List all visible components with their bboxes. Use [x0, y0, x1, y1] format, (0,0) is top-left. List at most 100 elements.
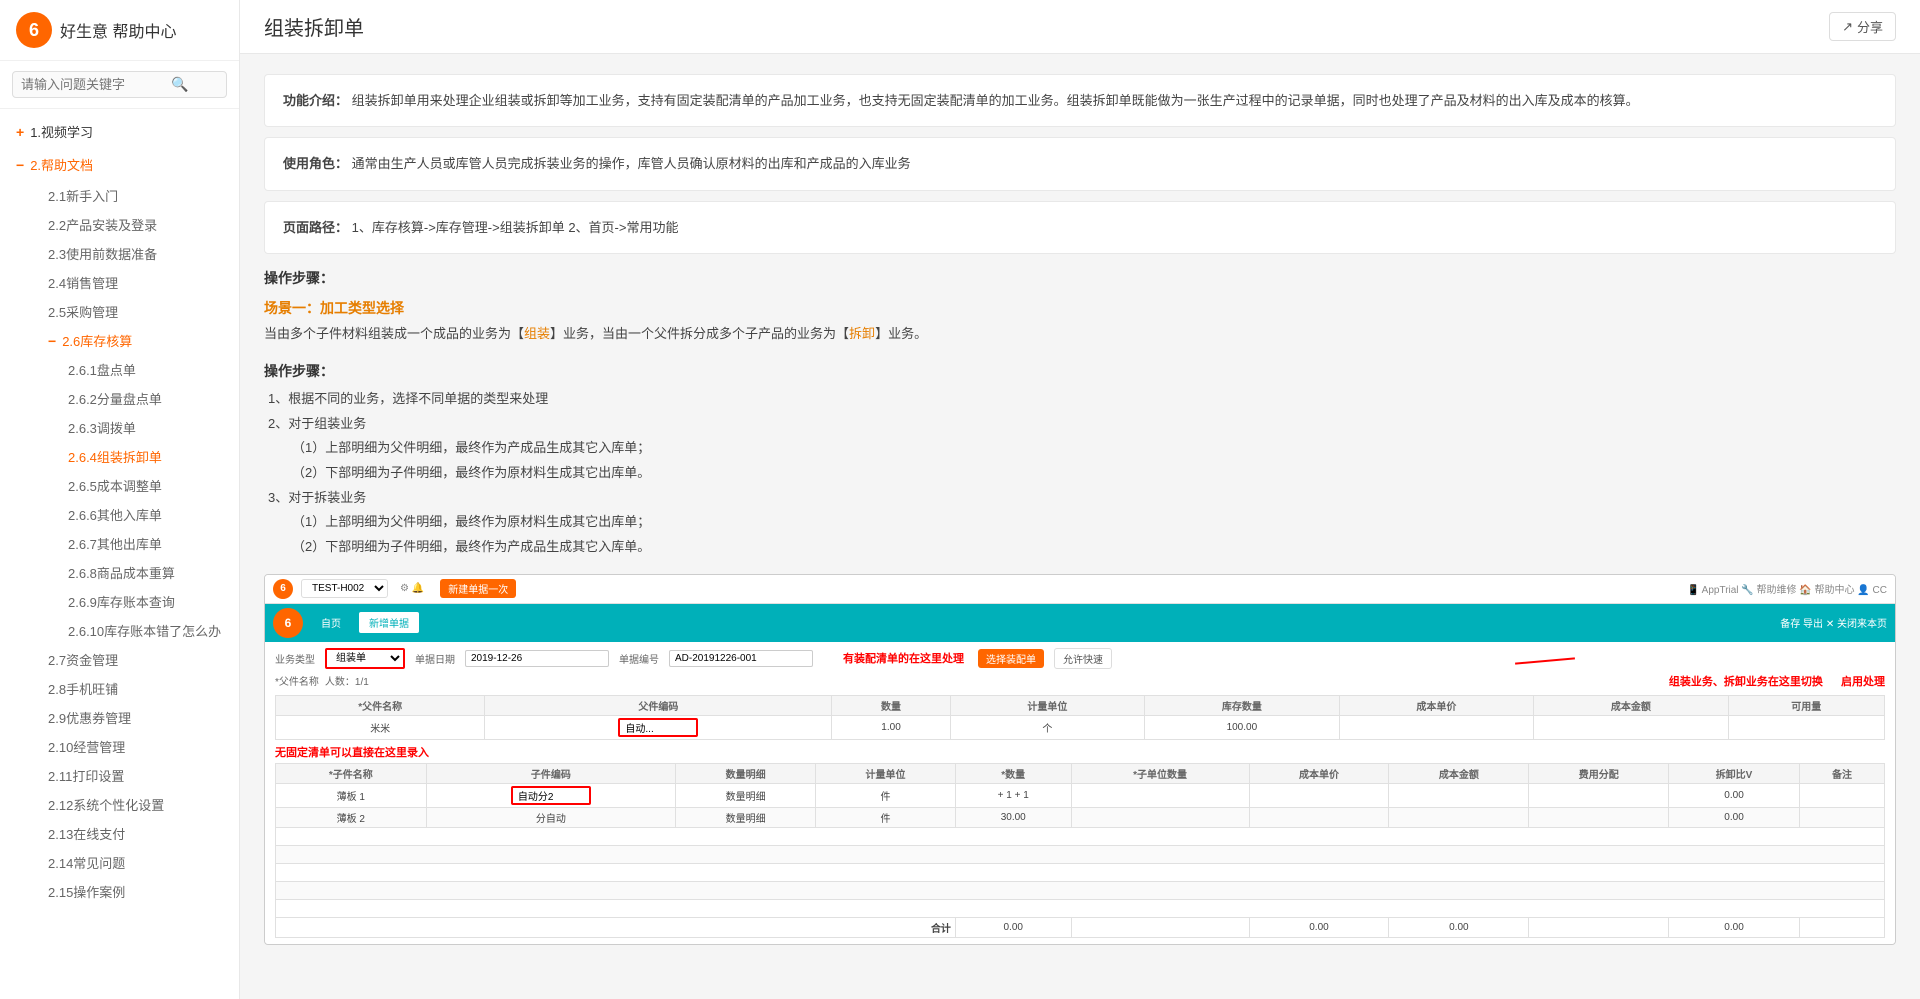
feature-intro-block: 功能介绍： 组装拆卸单用来处理企业组装或拆卸等加工业务，支持有固定装配清单的产品…: [264, 74, 1896, 127]
mock-form-row1: 业务类型 组装单拆卸单 单据日期 单据编号 有装配清单的在这里处理 选择装配单 …: [275, 648, 1885, 669]
step3-item: 3、对于拆装业务: [264, 486, 1896, 511]
sidebar-item-s263[interactable]: 2.6.3调拨单: [40, 413, 239, 442]
sidebar-item-s213[interactable]: 2.13在线支付: [20, 819, 239, 848]
lower-th-1: 子件编码: [426, 763, 676, 783]
annotation1-label: 有装配清单的在这里处理: [843, 650, 964, 666]
mock-type-select[interactable]: 组装单拆卸单: [325, 648, 405, 669]
mock-code-input[interactable]: [669, 650, 813, 667]
sidebar-item-s2610[interactable]: 2.6.10库存账本错了怎么办: [40, 616, 239, 645]
upper-row-1: 米米 1.00 个 100.00: [276, 715, 1885, 739]
sidebar-item-s21[interactable]: 2.1新手入门: [20, 181, 239, 210]
sidebar-item-s261[interactable]: 2.6.1盘点单: [40, 355, 239, 384]
sidebar-item-s215[interactable]: 2.15操作案例: [20, 877, 239, 906]
mock-top-right-icons: 📱 AppTrial 🔧 帮助维修 🏠 帮助中心 👤 CC: [1687, 581, 1887, 596]
sidebar-item-s262[interactable]: 2.6.2分量盘点单: [40, 384, 239, 413]
footer-val-1: 0.00: [1249, 917, 1389, 937]
feature-intro-text: 组装拆卸单用来处理企业组装或拆卸等加工业务，支持有固定装配清单的产品加工业务，也…: [352, 93, 1639, 108]
sidebar-item-s24[interactable]: 2.4销售管理: [20, 268, 239, 297]
path-text: 1、库存核算->库存管理->组装拆卸单 2、首页->常用功能: [352, 220, 679, 235]
role-label: 使用角色：: [283, 156, 348, 171]
lower-row-2: 薄板 2 分自动 数量明细 件 30.00 0.00: [276, 807, 1885, 827]
step3-sub2-item: （2）下部明细为子件明细，最终作为产成品生成其它入库单。: [288, 535, 1896, 560]
footer-val-2: 0.00: [1389, 917, 1529, 937]
sidebar-item-s211[interactable]: 2.11打印设置: [20, 761, 239, 790]
lower-th-8: 费用分配: [1529, 763, 1669, 783]
lower-row-3: [276, 827, 1885, 845]
mock-date-input[interactable]: [465, 650, 609, 667]
upper-th-5: 成本单价: [1339, 695, 1533, 715]
path-block: 页面路径： 1、库存核算->库存管理->组装拆卸单 2、首页->常用功能: [264, 201, 1896, 254]
sidebar: 6 好生意 帮助中心 🔍 + 1.视频学习 − 2.帮助文档 2.1新手入门 2…: [0, 0, 240, 999]
mock-tab-new[interactable]: 新增单据: [359, 612, 419, 633]
search-input[interactable]: [21, 77, 171, 92]
main-area: 组装拆卸单 ↗ 分享 功能介绍： 组装拆卸单用来处理企业组装或拆卸等加工业务，支…: [240, 0, 1920, 999]
search-box[interactable]: 🔍: [12, 71, 227, 98]
upper-th-1: 父件编码: [485, 695, 832, 715]
lower-th-2: 数量明细: [676, 763, 816, 783]
upper-th-6: 成本金额: [1534, 695, 1728, 715]
sidebar-item-s212[interactable]: 2.12系统个性化设置: [20, 790, 239, 819]
mock-code-label: 单据编号: [619, 651, 659, 666]
sidebar-item-s27[interactable]: 2.7资金管理: [20, 645, 239, 674]
mock-select-assembly-btn[interactable]: 选择装配单: [978, 649, 1044, 668]
page-title: 组装拆卸单: [264, 12, 364, 41]
logo-area: 6 好生意 帮助中心: [0, 0, 239, 61]
upper-code-input[interactable]: [618, 718, 698, 737]
footer-val-0: 0.00: [955, 917, 1071, 937]
lower-code-1-input[interactable]: [511, 786, 591, 805]
mock-lower-table: *子件名称 子件编码 数量明细 计量单位 *数量 *子单位数量 成本单价 成本金…: [275, 763, 1885, 938]
search-icon[interactable]: 🔍: [171, 76, 188, 93]
mock-icons-area: ⚙ 🔔: [400, 583, 424, 594]
collapse-icon-s26: −: [48, 333, 56, 349]
feature-intro-label: 功能介绍：: [283, 93, 348, 108]
nav-area: + 1.视频学习 − 2.帮助文档 2.1新手入门 2.2产品安装及登录 2.3…: [0, 109, 239, 999]
sidebar-item-s28[interactable]: 2.8手机旺铺: [20, 674, 239, 703]
sidebar-item-s264[interactable]: 2.6.4组装拆卸单: [40, 442, 239, 471]
mock-header-right: 备存 导出 ✕ 关闭来本页: [1780, 615, 1887, 630]
step1-item: 1、根据不同的业务，选择不同单据的类型来处理: [264, 387, 1896, 412]
mock-upper-table-wrapper: *父件名称 父件编码 数量 计量单位 库存数量 成本单价 成本金额 可用量: [275, 695, 1885, 740]
share-icon: ↗: [1842, 19, 1853, 35]
scene1-title: 场景一：加工类型选择: [264, 298, 1896, 318]
step3-sub-list: （1）上部明细为父件明细，最终作为原材料生成其它出库单； （2）下部明细为子件明…: [264, 510, 1896, 559]
sidebar-item-s268[interactable]: 2.6.8商品成本重算: [40, 558, 239, 587]
scene1-desc: 当由多个子件材料组装成一个成品的业务为【组装】业务，当由一个父件拆分成多个子产品…: [264, 322, 1896, 347]
sidebar-item-s26[interactable]: − 2.6库存核算: [20, 326, 239, 355]
lower-th-0: *子件名称: [276, 763, 427, 783]
sidebar-item-s269[interactable]: 2.6.9库存账本查询: [40, 587, 239, 616]
path-label: 页面路径：: [283, 220, 348, 235]
content-area: 功能介绍： 组装拆卸单用来处理企业组装或拆卸等加工业务，支持有固定装配清单的产品…: [240, 54, 1920, 999]
sidebar-item-s266[interactable]: 2.6.6其他入库单: [40, 500, 239, 529]
collapse-icon-s2: −: [16, 157, 24, 173]
lower-row-7: [276, 899, 1885, 917]
lower-row-1: 薄板 1 数量明细 件 + 1 + 1 0.00: [276, 783, 1885, 807]
annotation4-label: 无固定清单可以直接在这里录入: [275, 744, 1885, 760]
lower-th-10: 备注: [1799, 763, 1884, 783]
sidebar-item-s214[interactable]: 2.14常见问题: [20, 848, 239, 877]
sidebar-item-s25[interactable]: 2.5采购管理: [20, 297, 239, 326]
mock-allow-fast-btn[interactable]: 允许快速: [1054, 648, 1112, 669]
sidebar-item-s29[interactable]: 2.9优惠券管理: [20, 703, 239, 732]
step2-item: 2、对于组装业务: [264, 412, 1896, 437]
ops-label: 操作步骤：: [264, 268, 1896, 288]
sidebar-item-s1[interactable]: + 1.视频学习: [0, 115, 239, 148]
sidebar-item-s2[interactable]: − 2.帮助文档: [0, 148, 239, 181]
step2-sub1-item: （1）上部明细为父件明细，最终作为产成品生成其它入库单；: [288, 436, 1896, 461]
annotation3-label: 启用处理: [1841, 673, 1885, 689]
mock-tab-home[interactable]: 自页: [311, 612, 351, 633]
sidebar-item-s22[interactable]: 2.2产品安装及登录: [20, 210, 239, 239]
top-bar: 组装拆卸单 ↗ 分享: [240, 0, 1920, 54]
mock-sidebar-icon: 6: [273, 608, 303, 638]
upper-th-4: 库存数量: [1145, 695, 1339, 715]
sidebar-item-s265[interactable]: 2.6.5成本调整单: [40, 471, 239, 500]
lower-th-3: 计量单位: [816, 763, 956, 783]
lower-row-5: [276, 863, 1885, 881]
mock-new-order-btn[interactable]: 新建单据一次: [440, 579, 516, 598]
lower-row-6: [276, 881, 1885, 899]
sidebar-item-s23[interactable]: 2.3使用前数据准备: [20, 239, 239, 268]
mock-company-select[interactable]: TEST-H002: [301, 579, 388, 598]
share-button[interactable]: ↗ 分享: [1829, 12, 1896, 41]
sidebar-item-s210[interactable]: 2.10经营管理: [20, 732, 239, 761]
footer-total-label: 合计: [276, 917, 956, 937]
sidebar-item-s267[interactable]: 2.6.7其他出库单: [40, 529, 239, 558]
